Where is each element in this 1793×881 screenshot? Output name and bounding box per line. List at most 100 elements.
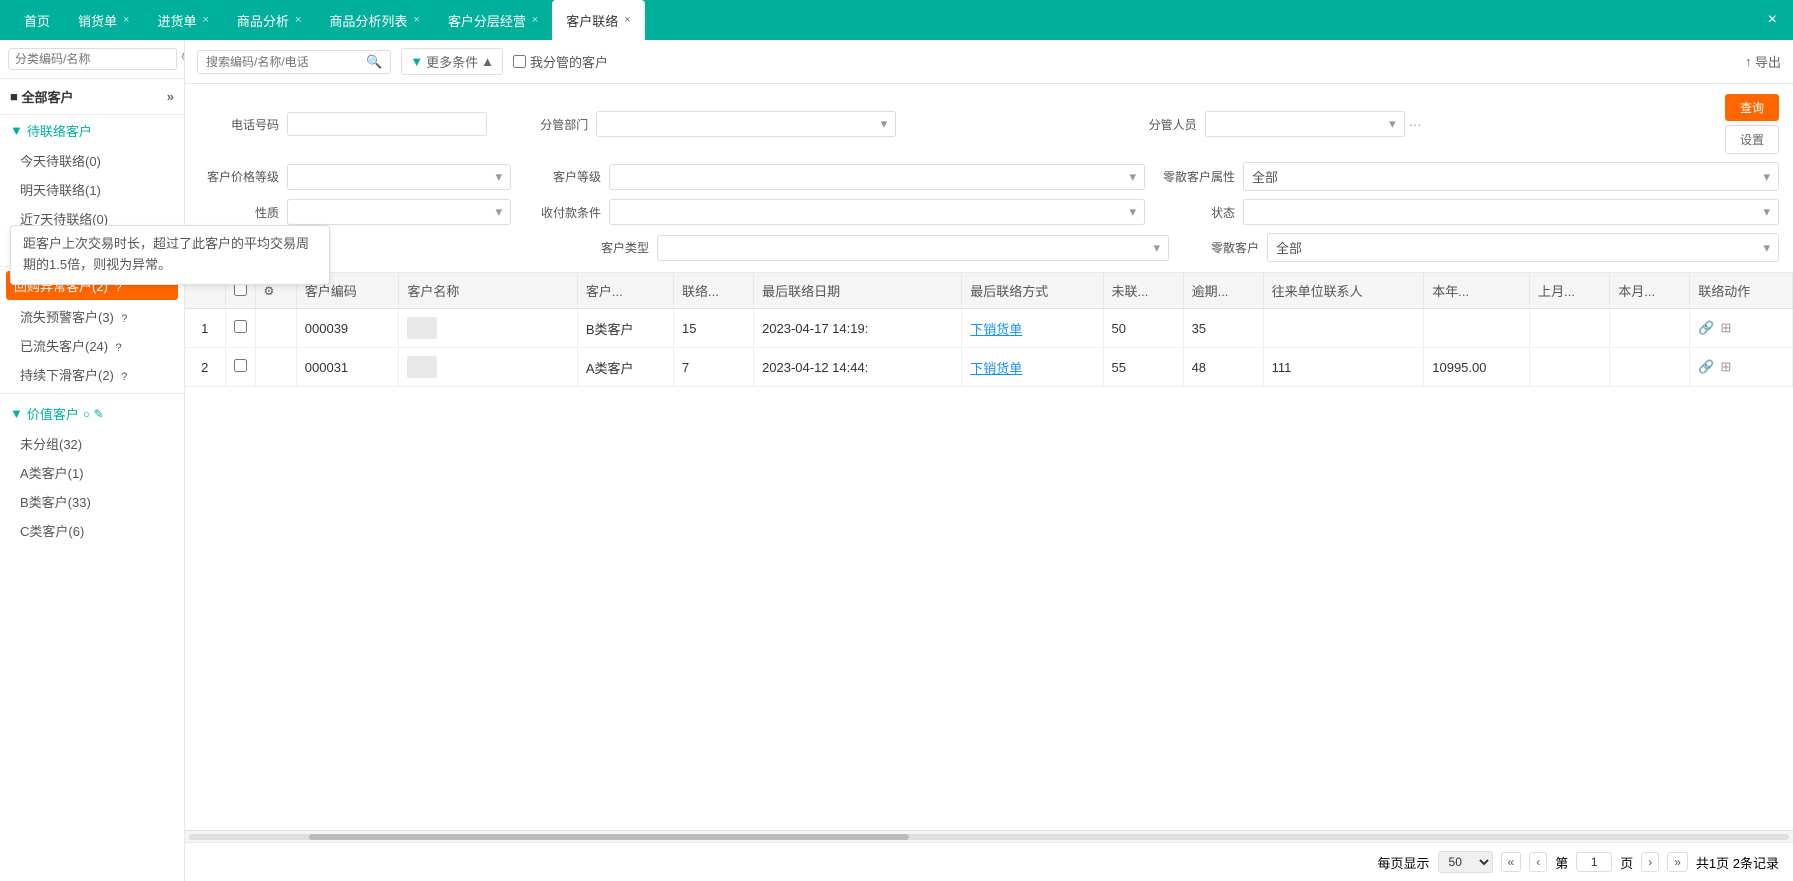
th-overdue[interactable]: 逾期... xyxy=(1183,273,1263,309)
row2-checkbox-input[interactable] xyxy=(234,359,247,372)
next-page-button[interactable]: › xyxy=(1641,852,1659,872)
row1-checkbox[interactable] xyxy=(225,309,255,348)
gender-select[interactable]: ▾ xyxy=(287,199,511,225)
sidebar-search-area: 🔍 xyxy=(0,40,184,79)
table-row: 2 000031 A类客户 7 2023-04-12 14:44: xyxy=(185,348,1793,387)
price-level-select[interactable]: ▾ xyxy=(287,164,511,190)
row2-settings xyxy=(255,348,296,387)
row1-settings xyxy=(255,309,296,348)
sidebar-item-persistent-down[interactable]: 持续下滑客户(2) ? xyxy=(0,360,184,389)
nav-home[interactable]: 首页 xyxy=(10,0,64,40)
sidebar-item-tomorrow-pending[interactable]: 明天待联络(1) xyxy=(0,175,184,204)
nav-product-list[interactable]: 商品分析列表 × xyxy=(315,0,433,40)
phone-input[interactable] xyxy=(287,112,487,136)
nav-customer-contact[interactable]: 客户联络 × xyxy=(552,0,644,40)
th-not-contact[interactable]: 未联... xyxy=(1103,273,1183,309)
th-customer-name[interactable]: 客户名称 xyxy=(399,273,577,309)
sidebar-item-c-class[interactable]: C类客户(6) xyxy=(0,516,184,545)
row2-overdue: 48 xyxy=(1183,348,1263,387)
filter-gender-field: 性质 ▾ xyxy=(199,199,511,225)
query-button[interactable]: 查询 xyxy=(1725,94,1779,121)
row1-grid-icon[interactable]: ⊞ xyxy=(1720,320,1731,336)
customer-type-select[interactable]: ▾ xyxy=(657,235,1169,261)
export-button[interactable]: ↑ 导出 xyxy=(1745,52,1781,71)
nav-product-analysis[interactable]: 商品分析 × xyxy=(223,0,315,40)
retail-customer-select[interactable]: 全部 ▾ xyxy=(1267,233,1779,262)
th-customer-type[interactable]: 客户... xyxy=(577,273,673,309)
close-product-list-icon[interactable]: × xyxy=(413,14,419,26)
prev-page-button[interactable]: ‹ xyxy=(1529,852,1547,872)
advanced-filter: 电话号码 分管部门 ▾ 分管人员 ▾ ··· xyxy=(185,84,1793,273)
row1-index: 1 xyxy=(185,309,225,348)
th-unit-contacts[interactable]: 往来单位联系人 xyxy=(1263,273,1424,309)
row1-last-contact-method[interactable]: 下销货单 xyxy=(962,309,1103,348)
sidebar-all-customers-title[interactable]: ■ 全部客户 » xyxy=(0,79,184,115)
payment-select[interactable]: ▾ xyxy=(609,199,1145,225)
nav-customer-segment[interactable]: 客户分层经营 × xyxy=(434,0,552,40)
th-contact-action[interactable]: 联络动作 xyxy=(1690,273,1793,309)
branch-dept-select[interactable]: ▾ xyxy=(596,111,896,137)
filter-more-conditions-button[interactable]: ▼ 更多条件 ▲ xyxy=(401,48,503,75)
close-product-analysis-icon[interactable]: × xyxy=(295,14,301,26)
per-page-label: 每页显示 xyxy=(1378,853,1430,872)
th-contact[interactable]: 联络... xyxy=(674,273,754,309)
th-last-contact-method[interactable]: 最后联络方式 xyxy=(962,273,1103,309)
status-select[interactable]: ▾ xyxy=(1243,199,1779,225)
sidebar-item-lost-warning[interactable]: 流失预警客户(3) ? xyxy=(0,302,184,331)
table-header-row: ⚙ 客户编码 客户名称 客户... 联络... xyxy=(185,273,1793,309)
sidebar-item-ungroup[interactable]: 未分组(32) xyxy=(0,429,184,458)
row2-checkbox[interactable] xyxy=(225,348,255,387)
row2-grid-icon[interactable]: ⊞ xyxy=(1720,359,1731,375)
scroll-thumb[interactable] xyxy=(309,834,909,840)
customer-level-select[interactable]: ▾ xyxy=(609,164,1145,190)
persistent-down-info-icon: ? xyxy=(121,371,127,383)
close-purchase-icon[interactable]: × xyxy=(202,14,208,26)
row1-actions: 🔗 ⊞ xyxy=(1690,309,1793,348)
row1-link-icon[interactable]: 🔗 xyxy=(1698,320,1714,336)
th-last-month[interactable]: 上月... xyxy=(1530,273,1610,309)
adv-filter-row-3: 性质 ▾ 收付款条件 ▾ 状态 xyxy=(199,199,1779,225)
nav-purchase[interactable]: 进货单 × xyxy=(143,0,222,40)
last-page-button[interactable]: » xyxy=(1667,852,1688,872)
row2-link-icon[interactable]: 🔗 xyxy=(1698,359,1714,375)
filter-search-icon[interactable]: 🔍 xyxy=(366,54,382,70)
sidebar-item-today-pending[interactable]: 今天待联络(0) xyxy=(0,146,184,175)
page-number-input[interactable] xyxy=(1576,852,1612,872)
sidebar-item-b-class[interactable]: B类客户(33) xyxy=(0,487,184,516)
settings-button[interactable]: 设置 xyxy=(1725,125,1779,154)
scroll-track xyxy=(189,834,1789,840)
close-all-tabs-icon[interactable]: × xyxy=(1768,11,1777,29)
adv-filter-row-2: 客户价格等级 ▾ 客户等级 ▾ 零散客户属性 全部 xyxy=(199,162,1779,191)
sidebar-pending-contact-section[interactable]: ▼ 待联络客户 xyxy=(0,115,184,146)
per-page-select[interactable]: 50 20 100 xyxy=(1438,851,1493,873)
filter-search-input[interactable] xyxy=(206,55,366,69)
close-customer-contact-icon[interactable]: × xyxy=(624,14,630,26)
row1-action-icons: 🔗 ⊞ xyxy=(1698,320,1784,336)
sidebar-value-customers-section[interactable]: ▼ 价值客户 ○ ✎ xyxy=(0,398,184,429)
row2-last-contact-method[interactable]: 下销货单 xyxy=(962,348,1103,387)
close-customer-segment-icon[interactable]: × xyxy=(532,14,538,26)
th-last-contact-date[interactable]: 最后联络日期 xyxy=(754,273,962,309)
sidebar-search-input[interactable] xyxy=(8,48,177,70)
value-customers-edit-icon[interactable]: ○ ✎ xyxy=(83,407,104,421)
first-page-button[interactable]: « xyxy=(1501,852,1522,872)
sidebar-item-already-lost[interactable]: 已流失客户(24) ? xyxy=(0,331,184,360)
th-this-year[interactable]: 本年... xyxy=(1424,273,1530,309)
price-level-dropdown-icon: ▾ xyxy=(495,169,502,185)
nav-sales[interactable]: 销货单 × xyxy=(64,0,143,40)
horizontal-scrollbar[interactable] xyxy=(185,830,1793,842)
sidebar-collapse-icon[interactable]: » xyxy=(167,89,174,104)
table-row: 1 000039 B类客户 15 2023-04-17 14:19: xyxy=(185,309,1793,348)
branch-person-more-icon[interactable]: ··· xyxy=(1409,117,1422,132)
close-sales-icon[interactable]: × xyxy=(123,14,129,26)
sidebar-item-a-class[interactable]: A类客户(1) xyxy=(0,458,184,487)
row1-checkbox-input[interactable] xyxy=(234,320,247,333)
th-this-month[interactable]: 本月... xyxy=(1610,273,1690,309)
my-customers-checkbox[interactable] xyxy=(513,55,526,68)
row1-last-contact-date: 2023-04-17 14:19: xyxy=(754,309,962,348)
branch-person-select[interactable]: ▾ xyxy=(1205,111,1405,137)
filter-customer-level-field: 客户等级 ▾ xyxy=(521,164,1145,190)
row1-this-month xyxy=(1610,309,1690,348)
retail-attr-select[interactable]: 全部 ▾ xyxy=(1243,162,1779,191)
already-lost-info-icon: ? xyxy=(115,342,121,354)
